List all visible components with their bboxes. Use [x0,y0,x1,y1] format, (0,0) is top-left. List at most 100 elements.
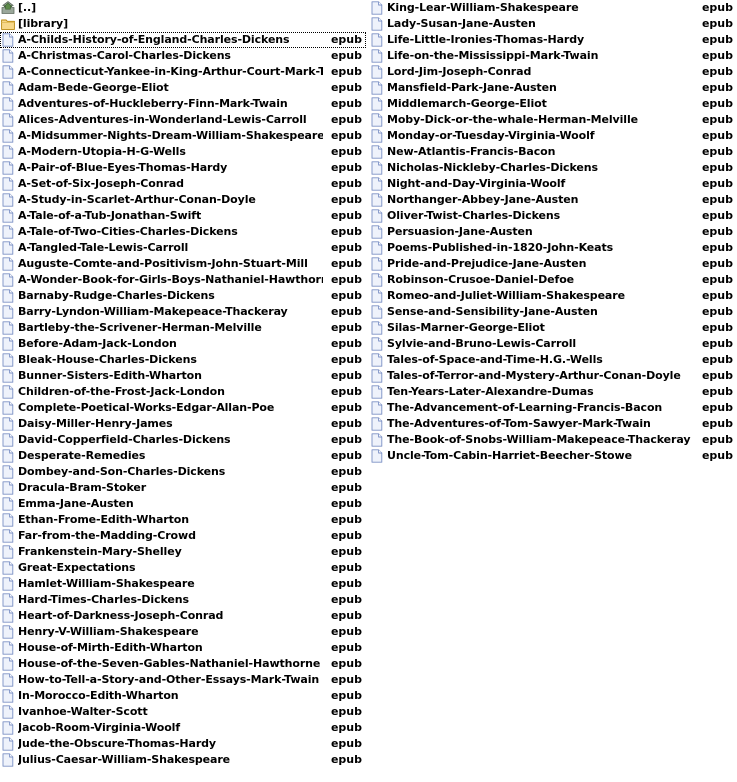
file-row[interactable]: Alices-Adventures-in-Wonderland-Lewis-Ca… [0,112,366,128]
file-row[interactable]: Poems-Published-in-1820-John-Keats epub [369,240,737,256]
file-row[interactable]: A-Set-of-Six-Joseph-Conrad epub [0,176,366,192]
file-row[interactable]: A-Christmas-Carol-Charles-Dickens epub [0,48,366,64]
file-row[interactable]: Ivanhoe-Walter-Scott epub [0,704,366,720]
file-row[interactable]: Monday-or-Tuesday-Virginia-Woolf epub [369,128,737,144]
file-row[interactable]: Auguste-Comte-and-Positivism-John-Stuart… [0,256,366,272]
file-row[interactable]: Lady-Susan-Jane-Austen epub [369,16,737,32]
file-row[interactable]: Adventures-of-Huckleberry-Finn-Mark-Twai… [0,96,366,112]
file-extension: epub [330,33,362,46]
file-row[interactable]: Julius-Caesar-William-Shakespeare epub [0,752,366,768]
file-name: A-Christmas-Carol-Charles-Dickens [18,49,231,62]
file-row[interactable]: Jude-the-Obscure-Thomas-Hardy epub [0,736,366,752]
file-name: Alices-Adventures-in-Wonderland-Lewis-Ca… [18,113,307,126]
file-row[interactable]: Children-of-the-Frost-Jack-London epub [0,384,366,400]
file-row[interactable]: Tales-of-Terror-and-Mystery-Arthur-Conan… [369,368,737,384]
file-row[interactable]: Life-on-the-Mississippi-Mark-Twain epub [369,48,737,64]
file-row[interactable]: Night-and-Day-Virginia-Woolf epub [369,176,737,192]
file-row[interactable]: A-Tale-of-a-Tub-Jonathan-Swift epub [0,208,366,224]
file-row[interactable]: Persuasion-Jane-Austen epub [369,224,737,240]
file-name: A-Connecticut-Yankee-in-King-Arthur-Cour… [18,65,323,78]
file-row[interactable]: Frankenstein-Mary-Shelley epub [0,544,366,560]
file-name: Frankenstein-Mary-Shelley [18,545,182,558]
file-row[interactable]: Moby-Dick-or-the-whale-Herman-Melville ep… [369,112,737,128]
file-row[interactable]: Sense-and-Sensibility-Jane-Austen epub [369,304,737,320]
file-icon [370,209,384,223]
file-row-focused[interactable]: A-Childs-History-of-England-Charles-Dick… [0,32,366,48]
file-row[interactable]: Daisy-Miller-Henry-James epub [0,416,366,432]
file-row[interactable]: Sylvie-and-Bruno-Lewis-Carroll epub [369,336,737,352]
file-row[interactable]: A-Modern-Utopia-H-G-Wells epub [0,144,366,160]
file-row[interactable]: Lord-Jim-Joseph-Conrad epub [369,64,737,80]
file-row[interactable]: Bunner-Sisters-Edith-Wharton epub [0,368,366,384]
file-row[interactable]: A-Connecticut-Yankee-in-King-Arthur-Cour… [0,64,366,80]
file-row[interactable]: Desperate-Remedies epub [0,448,366,464]
file-row[interactable]: Hard-Times-Charles-Dickens epub [0,592,366,608]
file-row[interactable]: The-Adventures-of-Tom-Sawyer-Mark-Twain e… [369,416,737,432]
file-row[interactable]: Nicholas-Nickleby-Charles-Dickens epub [369,160,737,176]
file-icon [370,369,384,383]
file-row[interactable]: David-Copperfield-Charles-Dickens epub [0,432,366,448]
file-icon [1,737,15,751]
file-row[interactable]: Great-Expectations epub [0,560,366,576]
file-row[interactable]: The-Advancement-of-Learning-Francis-Baco… [369,400,737,416]
file-icon [1,497,15,511]
file-name: Jude-the-Obscure-Thomas-Hardy [18,737,216,750]
file-extension: epub [701,273,733,286]
file-row[interactable]: In-Morocco-Edith-Wharton epub [0,688,366,704]
file-row[interactable]: Adam-Bede-George-Eliot epub [0,80,366,96]
file-row[interactable]: Jacob-Room-Virginia-Woolf epub [0,720,366,736]
file-row[interactable]: A-Wonder-Book-for-Girls-Boys-Nathaniel-H… [0,272,366,288]
file-row[interactable]: Ethan-Frome-Edith-Wharton epub [0,512,366,528]
file-row[interactable]: Oliver-Twist-Charles-Dickens epub [369,208,737,224]
file-row[interactable]: Dombey-and-Son-Charles-Dickens epub [0,464,366,480]
file-row[interactable]: Tales-of-Space-and-Time-H.G.-Wells epub [369,352,737,368]
file-row[interactable]: Complete-Poetical-Works-Edgar-Allan-Poe e… [0,400,366,416]
file-row[interactable]: Heart-of-Darkness-Joseph-Conrad epub [0,608,366,624]
file-row[interactable]: Northanger-Abbey-Jane-Austen epub [369,192,737,208]
file-row[interactable]: Hamlet-William-Shakespeare epub [0,576,366,592]
file-row[interactable]: Before-Adam-Jack-London epub [0,336,366,352]
file-row[interactable]: Bartleby-the-Scrivener-Herman-Melville ep… [0,320,366,336]
file-row[interactable]: A-Pair-of-Blue-Eyes-Thomas-Hardy epub [0,160,366,176]
file-row[interactable]: Life-Little-Ironies-Thomas-Hardy epub [369,32,737,48]
file-name: Life-on-the-Mississippi-Mark-Twain [387,49,599,62]
file-row[interactable]: Barnaby-Rudge-Charles-Dickens epub [0,288,366,304]
nav-row[interactable]: [library] [0,16,366,32]
file-row[interactable]: Pride-and-Prejudice-Jane-Austen epub [369,256,737,272]
file-listing-pane: [..] [library] A-Childs-History-of-England… [0,0,737,782]
file-row[interactable]: The-Book-of-Snobs-William-Makepeace-Thac… [369,432,737,448]
file-row[interactable]: Romeo-and-Juliet-William-Shakespeare epub [369,288,737,304]
file-row[interactable]: How-to-Tell-a-Story-and-Other-Essays-Mar… [0,672,366,688]
file-row[interactable]: Mansfield-Park-Jane-Austen epub [369,80,737,96]
file-row[interactable]: A-Study-in-Scarlet-Arthur-Conan-Doyle epu… [0,192,366,208]
file-row[interactable]: A-Midsummer-Nights-Dream-William-Shakesp… [0,128,366,144]
file-row[interactable]: Bleak-House-Charles-Dickens epub [0,352,366,368]
file-icon [370,97,384,111]
file-icon [1,209,15,223]
file-row[interactable]: Dracula-Bram-Stoker epub [0,480,366,496]
file-row[interactable]: A-Tangled-Tale-Lewis-Carroll epub [0,240,366,256]
file-name: Uncle-Tom-Cabin-Harriet-Beecher-Stowe [387,449,632,462]
file-row[interactable]: King-Lear-William-Shakespeare epub [369,0,737,16]
file-extension: epub [701,353,733,366]
file-row[interactable]: Ten-Years-Later-Alexandre-Dumas epub [369,384,737,400]
file-extension: epub [701,33,733,46]
file-row[interactable]: Middlemarch-George-Eliot epub [369,96,737,112]
file-row[interactable]: Robinson-Crusoe-Daniel-Defoe epub [369,272,737,288]
file-extension: epub [330,81,362,94]
file-row[interactable]: Barry-Lyndon-William-Makepeace-Thackeray… [0,304,366,320]
file-row[interactable]: Uncle-Tom-Cabin-Harriet-Beecher-Stowe epu… [369,448,737,464]
file-row[interactable]: Far-from-the-Madding-Crowd epub [0,528,366,544]
file-extension: epub [701,1,733,14]
file-row[interactable]: A-Tale-of-Two-Cities-Charles-Dickens epub [0,224,366,240]
file-icon [1,49,15,63]
file-name: Tales-of-Terror-and-Mystery-Arthur-Conan… [387,369,681,382]
file-row[interactable]: House-of-the-Seven-Gables-Nathaniel-Hawt… [0,656,366,672]
file-row[interactable]: Henry-V-William-Shakespeare epub [0,624,366,640]
file-row[interactable]: House-of-Mirth-Edith-Wharton epub [0,640,366,656]
file-row[interactable]: Emma-Jane-Austen epub [0,496,366,512]
file-row[interactable]: Silas-Marner-George-Eliot epub [369,320,737,336]
file-row[interactable]: New-Atlantis-Francis-Bacon epub [369,144,737,160]
file-name: Nicholas-Nickleby-Charles-Dickens [387,161,598,174]
nav-row[interactable]: [..] [0,0,366,16]
